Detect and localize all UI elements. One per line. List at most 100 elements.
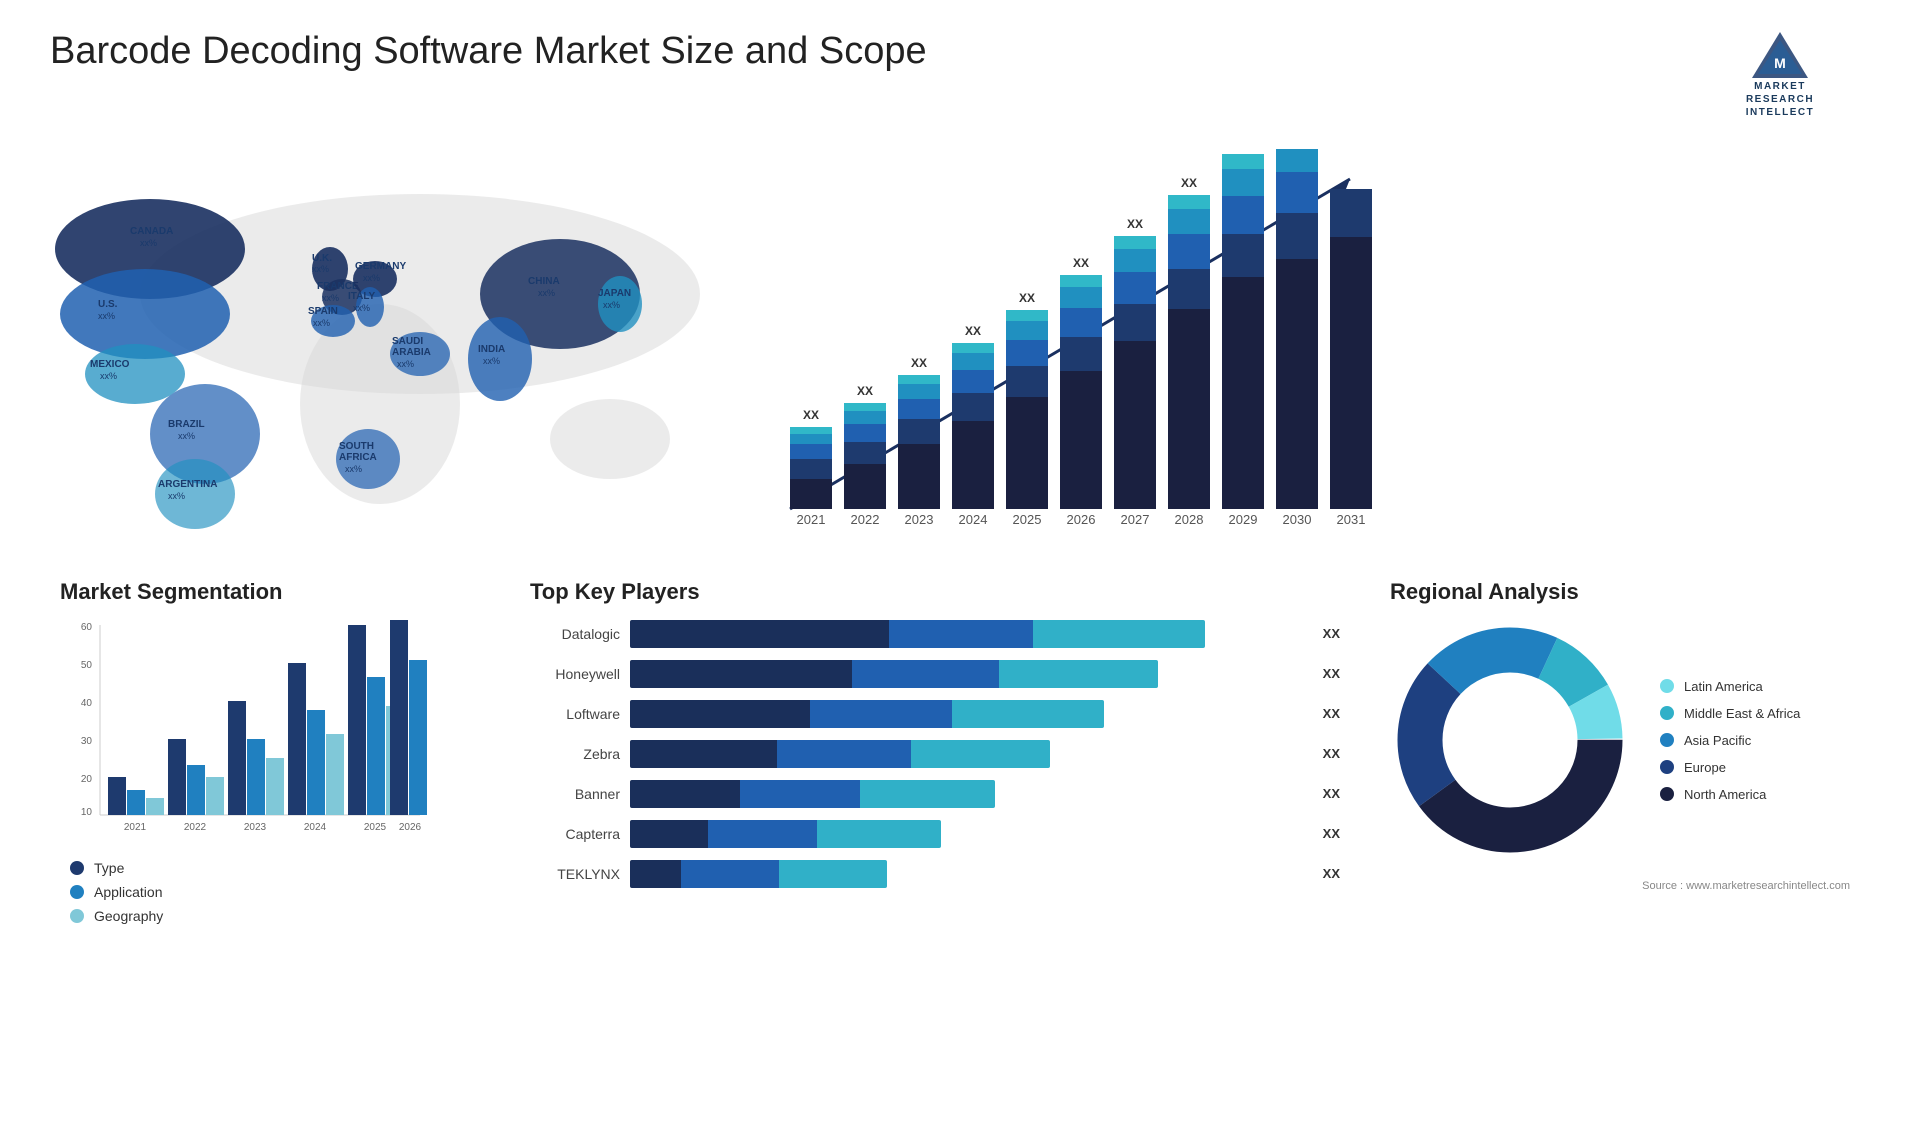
svg-text:50: 50 [81, 660, 93, 671]
svg-text:2030: 2030 [1283, 512, 1312, 527]
legend-application: Application [70, 884, 490, 900]
legend-label-type: Type [94, 860, 124, 876]
player-bar-banner [630, 780, 1307, 808]
player-xx-loftware: XX [1323, 700, 1340, 728]
svg-text:2025: 2025 [364, 822, 387, 833]
dot-mea [1660, 706, 1674, 720]
svg-text:ARGENTINA: ARGENTINA [158, 479, 217, 490]
legend-label-geography: Geography [94, 908, 163, 924]
segmentation-title: Market Segmentation [60, 579, 490, 605]
svg-text:M: M [1774, 55, 1786, 71]
svg-text:2024: 2024 [304, 822, 327, 833]
player-xx-honeywell: XX [1323, 660, 1340, 688]
players-section: Top Key Players Datalogic XX [520, 569, 1350, 1135]
regional-legend-north-america: North America [1660, 787, 1800, 802]
svg-text:xx%: xx% [363, 273, 380, 283]
svg-text:xx%: xx% [353, 303, 370, 313]
svg-text:2028: 2028 [1175, 512, 1204, 527]
regional-legend-asia-pacific: Asia Pacific [1660, 733, 1800, 748]
player-row-honeywell: Honeywell XX [530, 660, 1340, 688]
logo: M MARKETRESEARCHINTELLECT [1690, 30, 1870, 119]
svg-text:JAPAN: JAPAN [598, 288, 631, 299]
player-bar-teklynx [630, 860, 1307, 888]
svg-text:XX: XX [1181, 176, 1197, 190]
logo-text: MARKETRESEARCHINTELLECT [1746, 80, 1815, 119]
seg-legend: Type Application Geography [70, 860, 490, 924]
regional-legend-latin-america: Latin America [1660, 679, 1800, 694]
svg-text:2026: 2026 [399, 822, 422, 833]
svg-text:xx%: xx% [322, 293, 339, 303]
players-title: Top Key Players [530, 579, 1340, 605]
svg-text:XX: XX [803, 408, 819, 422]
svg-text:XX: XX [1019, 291, 1035, 305]
regional-legend-mea: Middle East & Africa [1660, 706, 1800, 721]
svg-text:40: 40 [81, 698, 93, 709]
svg-text:xx%: xx% [140, 238, 157, 248]
player-row-zebra: Zebra XX [530, 740, 1340, 768]
legend-geography: Geography [70, 908, 490, 924]
player-name-teklynx: TEKLYNX [530, 866, 620, 882]
svg-text:GERMANY: GERMANY [355, 261, 406, 272]
svg-text:2021: 2021 [797, 512, 826, 527]
svg-text:XX: XX [1127, 217, 1143, 231]
player-name-loftware: Loftware [530, 706, 620, 722]
svg-text:AFRICA: AFRICA [339, 452, 377, 463]
player-bar-datalogic [630, 620, 1307, 648]
svg-text:2023: 2023 [244, 822, 267, 833]
svg-text:ARABIA: ARABIA [392, 347, 431, 358]
donut-chart [1390, 620, 1630, 860]
regional-section: Regional Analysis [1370, 569, 1870, 1135]
svg-text:xx%: xx% [538, 288, 555, 298]
svg-text:xx%: xx% [603, 300, 620, 310]
svg-text:CHINA: CHINA [528, 276, 560, 287]
players-list: Datalogic XX Honeywell [530, 620, 1340, 888]
svg-text:xx%: xx% [98, 311, 115, 321]
player-xx-teklynx: XX [1323, 860, 1340, 888]
svg-text:2021: 2021 [124, 822, 147, 833]
player-xx-capterra: XX [1323, 820, 1340, 848]
svg-text:10: 10 [81, 807, 93, 818]
player-name-zebra: Zebra [530, 746, 620, 762]
svg-text:xx%: xx% [483, 356, 500, 366]
svg-text:ITALY: ITALY [348, 291, 376, 302]
svg-text:xx%: xx% [178, 431, 195, 441]
player-xx-zebra: XX [1323, 740, 1340, 768]
logo-icon: M [1750, 30, 1810, 80]
label-europe: Europe [1684, 760, 1726, 775]
label-mea: Middle East & Africa [1684, 706, 1800, 721]
svg-text:BRAZIL: BRAZIL [168, 419, 205, 430]
dot-north-america [1660, 787, 1674, 801]
regional-legend: Latin America Middle East & Africa Asia … [1660, 679, 1800, 802]
page-title: Barcode Decoding Software Market Size an… [50, 30, 927, 73]
legend-type: Type [70, 860, 490, 876]
player-bar-zebra [630, 740, 1307, 768]
dot-latin-america [1660, 679, 1674, 693]
svg-text:2031: 2031 [1337, 512, 1366, 527]
world-map-section: CANADA xx% U.S. xx% MEXICO xx% BRAZIL xx… [50, 139, 730, 559]
regional-legend-europe: Europe [1660, 760, 1800, 775]
svg-text:U.S.: U.S. [98, 299, 118, 310]
player-bar-capterra [630, 820, 1307, 848]
bottom-sections: Market Segmentation 60 50 40 30 20 10 [50, 569, 1870, 1135]
legend-dot-type [70, 861, 84, 875]
player-row-capterra: Capterra XX [530, 820, 1340, 848]
player-name-datalogic: Datalogic [530, 626, 620, 642]
player-row-loftware: Loftware XX [530, 700, 1340, 728]
svg-text:XX: XX [857, 384, 873, 398]
svg-text:INDIA: INDIA [478, 344, 505, 355]
player-row-teklynx: TEKLYNX XX [530, 860, 1340, 888]
player-name-honeywell: Honeywell [530, 666, 620, 682]
regional-title: Regional Analysis [1390, 579, 1850, 605]
label-asia-pacific: Asia Pacific [1684, 733, 1751, 748]
player-bar-honeywell [630, 660, 1307, 688]
svg-text:2027: 2027 [1121, 512, 1150, 527]
player-xx-banner: XX [1323, 780, 1340, 808]
svg-text:2025: 2025 [1013, 512, 1042, 527]
svg-text:xx%: xx% [168, 491, 185, 501]
svg-text:xx%: xx% [345, 464, 362, 474]
player-row-datalogic: Datalogic XX [530, 620, 1340, 648]
segmentation-chart: 60 50 40 30 20 10 2021 2022 [60, 620, 440, 850]
header: Barcode Decoding Software Market Size an… [50, 30, 1870, 119]
source-text: Source : www.marketresearchintellect.com [1390, 880, 1850, 892]
dot-europe [1660, 760, 1674, 774]
